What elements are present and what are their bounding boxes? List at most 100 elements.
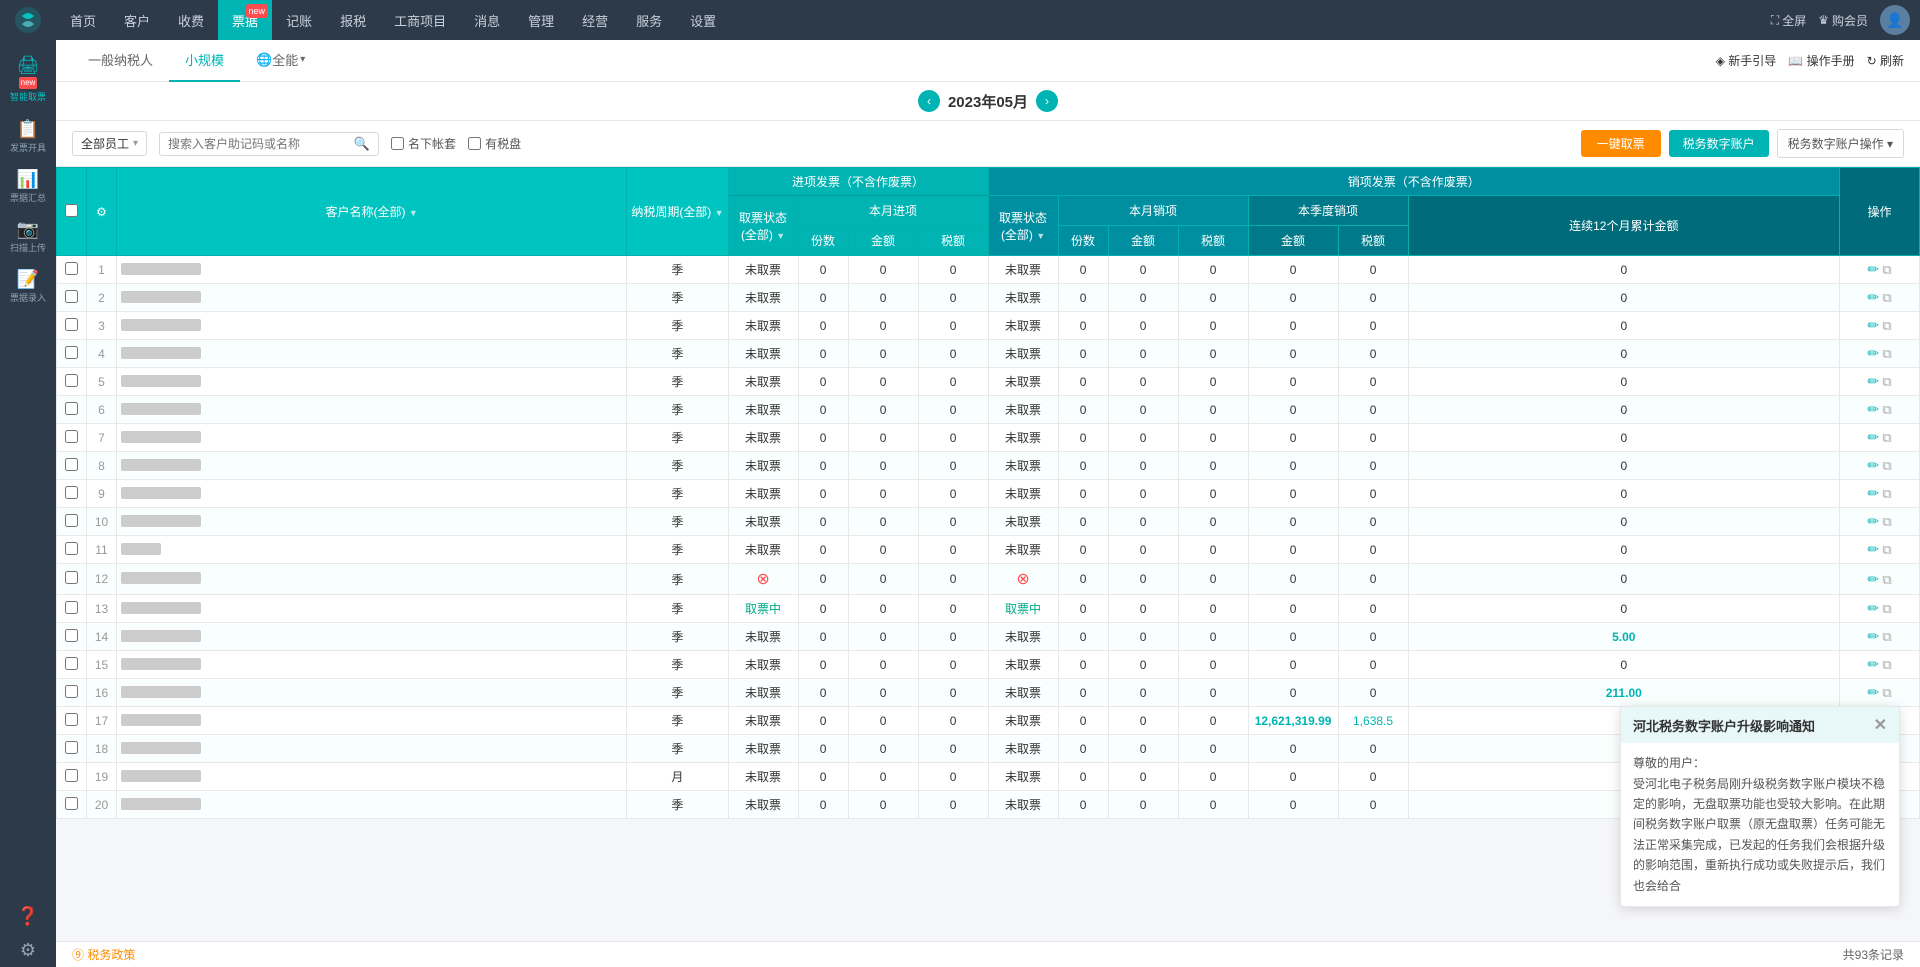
edit-icon[interactable]: ✏ — [1867, 628, 1879, 644]
nav-fee[interactable]: 收费 — [164, 0, 218, 40]
tax-digital-account-btn[interactable]: 税务数字账户 — [1669, 130, 1769, 157]
row-checkbox[interactable] — [65, 486, 78, 499]
nav-invoice[interactable]: 票据 new — [218, 0, 272, 40]
edit-icon[interactable]: ✏ — [1867, 317, 1879, 333]
copy-icon[interactable]: ⧉ — [1882, 346, 1891, 361]
avatar[interactable]: 👤 — [1880, 5, 1910, 35]
nav-tax[interactable]: 报税 — [326, 0, 380, 40]
edit-icon[interactable]: ✏ — [1867, 684, 1879, 700]
nav-customer[interactable]: 客户 — [110, 0, 164, 40]
row-checkbox[interactable] — [65, 374, 78, 387]
tax-policy-link[interactable]: ⑨ 税务政策 — [72, 946, 135, 963]
copy-icon[interactable]: ⧉ — [1882, 430, 1891, 445]
row-checkbox[interactable] — [65, 542, 78, 555]
tab-small-scale[interactable]: 小规模 — [169, 40, 240, 82]
search-input[interactable] — [168, 137, 354, 151]
nav-business2[interactable]: 经营 — [568, 0, 622, 40]
notification-close-btn[interactable]: ✕ — [1874, 715, 1887, 735]
edit-icon[interactable]: ✏ — [1867, 289, 1879, 305]
edit-icon[interactable]: ✏ — [1867, 373, 1879, 389]
row-checkbox[interactable] — [65, 262, 78, 275]
copy-icon[interactable]: ⧉ — [1882, 601, 1891, 616]
nav-home[interactable]: 首页 — [56, 0, 110, 40]
copy-icon[interactable]: ⧉ — [1882, 486, 1891, 501]
sidebar-help[interactable]: ❓ — [13, 899, 43, 933]
row-checkbox[interactable] — [65, 430, 78, 443]
sidebar-item-invoice-summary[interactable]: 📊 票据汇总 — [0, 162, 56, 212]
row-checkbox[interactable] — [65, 797, 78, 810]
new-guide-btn[interactable]: ◈ 新手引导 — [1716, 52, 1777, 69]
edit-icon[interactable]: ✏ — [1867, 571, 1879, 587]
edit-icon[interactable]: ✏ — [1867, 457, 1879, 473]
search-icon[interactable]: 🔍 — [354, 136, 370, 152]
copy-icon[interactable]: ⧉ — [1882, 629, 1891, 644]
edit-icon[interactable]: ✏ — [1867, 541, 1879, 557]
edit-icon[interactable]: ✏ — [1867, 513, 1879, 529]
sidebar-item-invoice-entry[interactable]: 📝 票据录入 — [0, 262, 56, 312]
copy-icon[interactable]: ⧉ — [1882, 402, 1891, 417]
prev-month-btn[interactable]: ‹ — [918, 90, 940, 112]
sidebar-item-smart-invoice[interactable]: 🖨 new 智能取票 — [0, 48, 56, 112]
copy-icon[interactable]: ⧉ — [1882, 458, 1891, 473]
row-checkbox[interactable] — [65, 458, 78, 471]
one-click-invoice-btn[interactable]: 一键取票 — [1581, 130, 1661, 157]
copy-icon[interactable]: ⧉ — [1882, 318, 1891, 333]
nav-message[interactable]: 消息 — [460, 0, 514, 40]
select-all-checkbox[interactable] — [65, 204, 78, 217]
copy-icon[interactable]: ⧉ — [1882, 685, 1891, 700]
row-checkbox[interactable] — [65, 318, 78, 331]
row-checkbox[interactable] — [65, 685, 78, 698]
nav-business[interactable]: 工商项目 — [380, 0, 460, 40]
nav-service[interactable]: 服务 — [622, 0, 676, 40]
member-btn[interactable]: ♛ 购会员 — [1818, 12, 1868, 29]
edit-icon[interactable]: ✏ — [1867, 401, 1879, 417]
sidebar-item-scan-upload[interactable]: 📷 扫描上传 — [0, 212, 56, 262]
row-checkbox[interactable] — [65, 629, 78, 642]
row-checkbox[interactable] — [65, 346, 78, 359]
next-month-btn[interactable]: › — [1036, 90, 1058, 112]
row-checkbox[interactable] — [65, 402, 78, 415]
copy-icon[interactable]: ⧉ — [1882, 262, 1891, 277]
refresh-btn[interactable]: ↻ 刷新 — [1867, 52, 1904, 69]
copy-icon[interactable]: ⧉ — [1882, 657, 1891, 672]
row-checkbox[interactable] — [65, 601, 78, 614]
copy-icon[interactable]: ⧉ — [1882, 542, 1891, 557]
row-checkbox-cell — [57, 791, 87, 819]
copy-icon[interactable]: ⧉ — [1882, 290, 1891, 305]
row-checkbox[interactable] — [65, 769, 78, 782]
nav-accounting[interactable]: 记账 — [272, 0, 326, 40]
employee-select[interactable]: 全部员工 ▾ — [72, 131, 147, 156]
manual-btn[interactable]: 📖 操作手册 — [1788, 52, 1854, 69]
row-checkbox[interactable] — [65, 514, 78, 527]
in-status-fetching: 取票中 — [745, 602, 781, 616]
row-checkbox[interactable] — [65, 571, 78, 584]
row-checkbox[interactable] — [65, 657, 78, 670]
tab-general[interactable]: 一般纳税人 — [72, 40, 169, 82]
nav-settings[interactable]: 设置 — [676, 0, 730, 40]
q-out-tax-cell: 0 — [1338, 595, 1408, 623]
subaccount-checkbox[interactable] — [391, 137, 404, 150]
taxdisk-checkbox[interactable] — [468, 137, 481, 150]
row-checkbox[interactable] — [65, 713, 78, 726]
tax-digital-ops-btn[interactable]: 税务数字账户操作 ▾ — [1777, 129, 1904, 158]
fullscreen-btn[interactable]: ⛶ 全屏 — [1771, 12, 1806, 29]
copy-icon[interactable]: ⧉ — [1882, 572, 1891, 587]
edit-icon[interactable]: ✏ — [1867, 429, 1879, 445]
edit-icon[interactable]: ✏ — [1867, 656, 1879, 672]
copy-icon[interactable]: ⧉ — [1882, 514, 1891, 529]
nav-manage[interactable]: 管理 — [514, 0, 568, 40]
logo[interactable] — [10, 2, 46, 38]
edit-icon[interactable]: ✏ — [1867, 485, 1879, 501]
in-count-cell: 0 — [798, 595, 848, 623]
checkbox-taxdisk[interactable]: 有税盘 — [468, 135, 521, 152]
row-checkbox[interactable] — [65, 741, 78, 754]
copy-icon[interactable]: ⧉ — [1882, 374, 1891, 389]
tab-all[interactable]: 🌐 全能 ▾ — [240, 40, 321, 82]
edit-icon[interactable]: ✏ — [1867, 261, 1879, 277]
sidebar-settings[interactable]: ⚙ — [13, 933, 43, 967]
edit-icon[interactable]: ✏ — [1867, 600, 1879, 616]
row-checkbox[interactable] — [65, 290, 78, 303]
sidebar-item-invoice-open[interactable]: 📋 发票开具 — [0, 112, 56, 162]
edit-icon[interactable]: ✏ — [1867, 345, 1879, 361]
checkbox-subaccount[interactable]: 名下帐套 — [391, 135, 456, 152]
